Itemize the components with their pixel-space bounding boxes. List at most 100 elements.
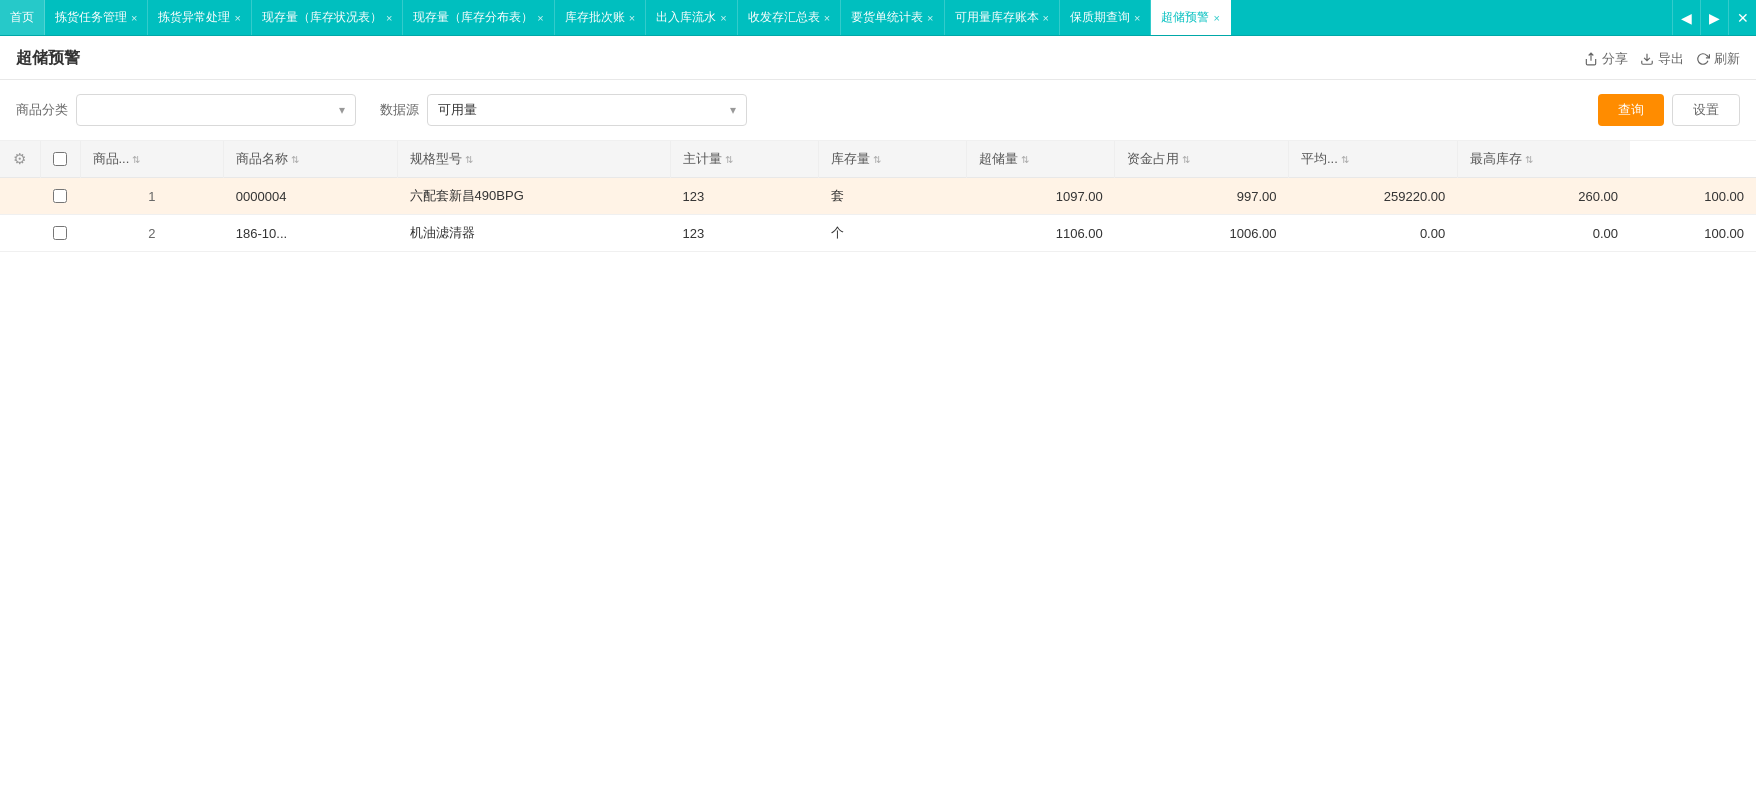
sort-icon: ⇅ — [1021, 154, 1029, 165]
row-overstock: 1006.00 — [1115, 215, 1289, 252]
row-overstock: 997.00 — [1115, 178, 1289, 215]
sort-icon: ⇅ — [1525, 154, 1533, 165]
chevron-down-icon: ▾ — [730, 103, 736, 117]
filter-area: 商品分类 ▾ 数据源 可用量 ▾ 查询 设置 — [0, 80, 1756, 141]
close-icon[interactable]: × — [1043, 12, 1049, 24]
sort-icon: ⇅ — [873, 154, 881, 165]
export-button[interactable]: 导出 — [1640, 50, 1684, 68]
sort-icon: ⇅ — [132, 154, 140, 165]
settings-button[interactable]: 设置 — [1672, 94, 1740, 126]
th-unit[interactable]: 主计量 ⇅ — [670, 141, 818, 178]
row-code: 0000004 — [224, 178, 398, 215]
nav-tab-available[interactable]: 可用量库存账本 × — [945, 0, 1060, 36]
close-icon[interactable]: × — [824, 12, 830, 24]
th-capital[interactable]: 资金占用 ⇅ — [1115, 141, 1289, 178]
nav-tab-order-stats[interactable]: 要货单统计表 × — [841, 0, 944, 36]
close-icon[interactable]: × — [234, 12, 240, 24]
close-icon[interactable]: × — [1213, 12, 1219, 24]
close-icon[interactable]: × — [386, 12, 392, 24]
table-container: ⚙ 商品... ⇅ 商品 — [0, 141, 1756, 252]
query-button[interactable]: 查询 — [1598, 94, 1664, 126]
category-select[interactable]: ▾ — [76, 94, 356, 126]
category-label: 商品分类 — [16, 101, 68, 119]
nav-tab-expiry[interactable]: 保质期查询 × — [1060, 0, 1151, 36]
refresh-icon — [1696, 52, 1710, 66]
chevron-down-icon: ▾ — [339, 103, 345, 117]
refresh-button[interactable]: 刷新 — [1696, 50, 1740, 68]
close-icon[interactable]: × — [1134, 12, 1140, 24]
export-label: 导出 — [1658, 50, 1684, 68]
th-spec[interactable]: 规格型号 ⇅ — [398, 141, 671, 178]
close-icon[interactable]: × — [537, 12, 543, 24]
row-avg: 260.00 — [1457, 178, 1630, 215]
close-icon[interactable]: × — [629, 12, 635, 24]
th-maxstock[interactable]: 最高库存 ⇅ — [1457, 141, 1630, 178]
nav-close-button[interactable]: ✕ — [1728, 0, 1756, 36]
share-icon — [1584, 52, 1598, 66]
row-unit: 个 — [819, 215, 967, 252]
row-index: 2 — [80, 215, 224, 252]
page-header: 超储预警 分享 导出 刷新 — [0, 36, 1756, 80]
nav-tab-order-stats-label: 要货单统计表 — [851, 9, 923, 26]
nav-tab-abnormal[interactable]: 拣货异常处理 × — [148, 0, 251, 36]
filter-actions: 查询 设置 — [1598, 94, 1740, 126]
top-nav: 首页 拣货任务管理 × 拣货异常处理 × 现存量（库存状况表） × 现存量（库存… — [0, 0, 1756, 36]
nav-tab-stock-status-label: 现存量（库存状况表） — [262, 9, 382, 26]
nav-arrows: ◀ ▶ ✕ — [1672, 0, 1756, 36]
row-capital: 259220.00 — [1288, 178, 1457, 215]
row-name: 六配套新昌490BPG — [398, 178, 671, 215]
close-icon[interactable]: × — [720, 12, 726, 24]
th-checkbox — [40, 141, 80, 178]
nav-prev-button[interactable]: ◀ — [1672, 0, 1700, 36]
nav-tab-available-label: 可用量库存账本 — [955, 9, 1039, 26]
row-spec: 123 — [670, 215, 818, 252]
row-stock: 1097.00 — [967, 178, 1115, 215]
row-unit: 套 — [819, 178, 967, 215]
datasource-value: 可用量 — [438, 101, 477, 119]
th-name[interactable]: 商品名称 ⇅ — [224, 141, 398, 178]
nav-tab-inout[interactable]: 出入库流水 × — [646, 0, 737, 36]
th-stock[interactable]: 库存量 ⇅ — [819, 141, 967, 178]
row-maxstock: 100.00 — [1630, 178, 1756, 215]
nav-next-button[interactable]: ▶ — [1700, 0, 1728, 36]
row-checkbox[interactable] — [53, 189, 67, 203]
nav-tab-batch-label: 库存批次账 — [565, 9, 625, 26]
nav-tab-stock-status[interactable]: 现存量（库存状况表） × — [252, 0, 403, 36]
close-icon[interactable]: × — [131, 12, 137, 24]
sort-icon: ⇅ — [291, 154, 299, 165]
row-avg: 0.00 — [1457, 215, 1630, 252]
nav-tab-batch[interactable]: 库存批次账 × — [555, 0, 646, 36]
row-capital: 0.00 — [1288, 215, 1457, 252]
row-checkbox-cell — [40, 215, 80, 252]
th-gear: ⚙ — [0, 141, 40, 178]
nav-tab-collect-label: 收发存汇总表 — [748, 9, 820, 26]
nav-tab-overstock[interactable]: 超储预警 × — [1151, 0, 1230, 36]
nav-tab-stock-dist[interactable]: 现存量（库存分布表） × — [403, 0, 554, 36]
table-body: 1 0000004 六配套新昌490BPG 123 套 1097.00 997.… — [0, 178, 1756, 252]
export-icon — [1640, 52, 1654, 66]
page-container: 超储预警 分享 导出 刷新 商品 — [0, 36, 1756, 800]
nav-tab-task-mgmt[interactable]: 拣货任务管理 × — [45, 0, 148, 36]
th-code[interactable]: 商品... ⇅ — [80, 141, 224, 178]
close-icon[interactable]: × — [927, 12, 933, 24]
datasource-select[interactable]: 可用量 ▾ — [427, 94, 747, 126]
th-overstock[interactable]: 超储量 ⇅ — [967, 141, 1115, 178]
sort-icon: ⇅ — [1341, 154, 1349, 165]
category-filter: 商品分类 ▾ — [16, 94, 356, 126]
th-avg[interactable]: 平均... ⇅ — [1288, 141, 1457, 178]
row-checkbox-cell — [40, 178, 80, 215]
sort-icon: ⇅ — [1182, 154, 1190, 165]
select-all-checkbox[interactable] — [53, 152, 67, 166]
share-button[interactable]: 分享 — [1584, 50, 1628, 68]
nav-tab-expiry-label: 保质期查询 — [1070, 9, 1130, 26]
header-actions: 分享 导出 刷新 — [1584, 50, 1740, 68]
row-checkbox[interactable] — [53, 226, 67, 240]
gear-icon[interactable]: ⚙ — [13, 150, 26, 167]
row-index: 1 — [80, 178, 224, 215]
nav-tab-stock-dist-label: 现存量（库存分布表） — [413, 9, 533, 26]
nav-tab-home[interactable]: 首页 — [0, 0, 45, 36]
data-table: ⚙ 商品... ⇅ 商品 — [0, 141, 1756, 252]
share-label: 分享 — [1602, 50, 1628, 68]
nav-tab-collect[interactable]: 收发存汇总表 × — [738, 0, 841, 36]
row-spec: 123 — [670, 178, 818, 215]
